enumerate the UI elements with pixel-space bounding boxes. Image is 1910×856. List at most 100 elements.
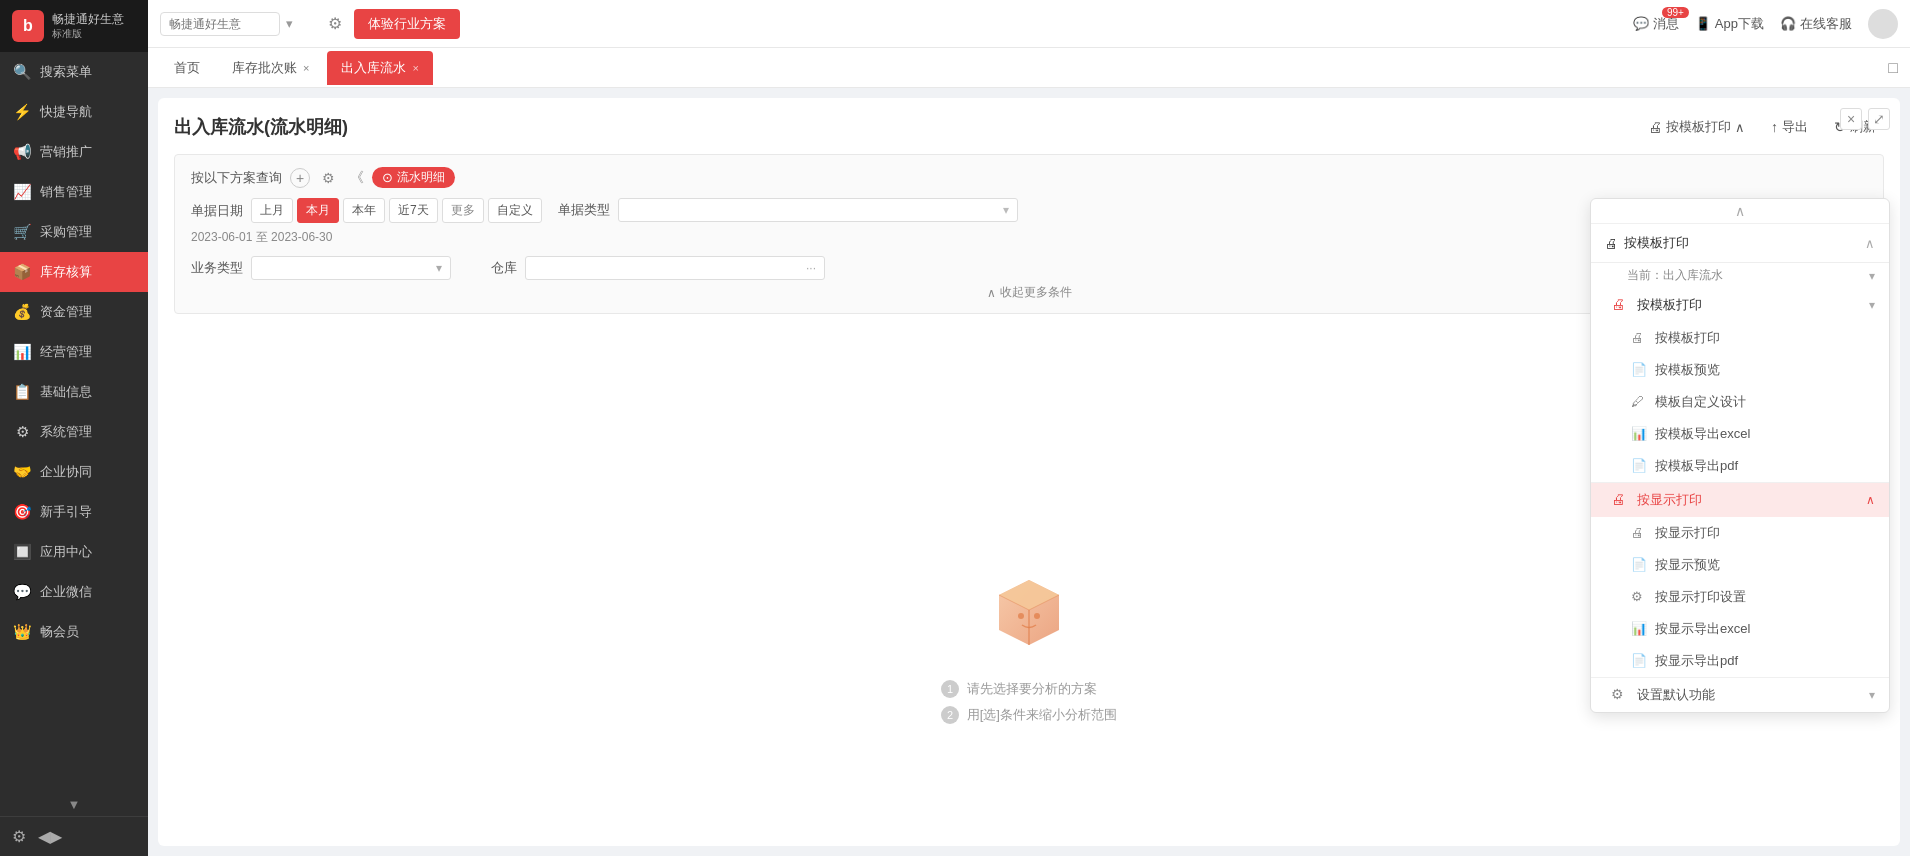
sidebar-item-purchase[interactable]: 🛒 采购管理 — [0, 212, 148, 252]
template-export-excel-item[interactable]: 📊 按模板导出excel — [1591, 418, 1889, 450]
template-print-section-toggle[interactable]: ▾ — [1869, 298, 1875, 312]
topbar-messages[interactable]: 💬 消息 99+ — [1633, 15, 1679, 33]
dropdown-section-template-print: 🖨 按模板打印 ▾ 🖨 按模板打印 📄 按模板预览 🖊 模板自定义设 — [1591, 288, 1889, 483]
date-btn-7days[interactable]: 近7天 — [389, 198, 438, 223]
tab-home[interactable]: 首页 — [160, 51, 214, 85]
date-btn-this-month[interactable]: 本月 — [297, 198, 339, 223]
sidebar-item-vip[interactable]: 👑 畅会员 — [0, 612, 148, 652]
display-print-section-header[interactable]: 🖨 按显示打印 ∧ — [1591, 483, 1889, 517]
sidebar-item-basic[interactable]: 📋 基础信息 — [0, 372, 148, 412]
operations-icon: 📊 — [12, 342, 32, 362]
date-btn-more[interactable]: 更多 — [442, 198, 484, 223]
logo-icon: b — [12, 10, 44, 42]
date-range: 2023-06-01 至 2023-06-30 — [191, 229, 542, 246]
tab-batch-account-close[interactable]: × — [303, 62, 309, 74]
tabs-expand-icon[interactable]: □ — [1888, 59, 1898, 77]
main-area: ▾ ⚙ 体验行业方案 💬 消息 99+ 📱 App下载 🎧 在线客服 — [148, 0, 1910, 856]
tabs-bar: 首页 库存批次账 × 出入库流水 × □ — [148, 48, 1910, 88]
quick-nav-icon: ⚡ — [12, 102, 32, 122]
dropdown-collapse-arrow[interactable]: ∧ — [1865, 236, 1875, 251]
sidebar-item-wechat[interactable]: 💬 企业微信 — [0, 572, 148, 612]
business-type-group: 业务类型 ▾ — [191, 256, 451, 280]
template-customize-item[interactable]: 🖊 模板自定义设计 — [1591, 386, 1889, 418]
dropdown-settings-item[interactable]: ⚙ 设置默认功能 ▾ — [1591, 678, 1889, 712]
sidebar-item-system[interactable]: ⚙ 系统管理 — [0, 412, 148, 452]
display-print-item[interactable]: 🖨 按显示打印 — [1591, 517, 1889, 549]
dropdown-current-template[interactable]: 当前：出入库流水 ▾ — [1591, 263, 1889, 288]
filter-collapse-button[interactable]: 《 — [350, 169, 364, 187]
display-print-settings-item[interactable]: ⚙ 按显示打印设置 — [1591, 581, 1889, 613]
tab-flow-detail-close[interactable]: × — [412, 62, 418, 74]
dropdown-title: 🖨 按模板打印 — [1605, 234, 1689, 252]
topbar-avatar[interactable] — [1868, 9, 1898, 39]
collapse-more-button[interactable]: ∧ 收起更多条件 — [987, 284, 1072, 301]
tip1-number: 1 — [941, 680, 959, 698]
display-print-settings-icon: ⚙ — [1631, 589, 1647, 605]
footer-settings-icon[interactable]: ⚙ — [12, 827, 26, 846]
enterprise-icon: 🤝 — [12, 462, 32, 482]
template-print-section-header[interactable]: 🖨 按模板打印 ▾ — [1591, 288, 1889, 322]
inventory-icon: 📦 — [12, 262, 32, 282]
svg-point-6 — [1034, 613, 1040, 619]
tab-batch-account[interactable]: 库存批次账 × — [218, 51, 323, 85]
print-button[interactable]: 🖨 按模板打印 ∧ — [1640, 114, 1753, 140]
tab-flow-detail[interactable]: 出入库流水 × — [327, 51, 432, 85]
bill-type-arrow-icon: ▾ — [1003, 203, 1009, 217]
date-btn-last-month[interactable]: 上月 — [251, 198, 293, 223]
sidebar-item-quick-nav[interactable]: ⚡ 快捷导航 — [0, 92, 148, 132]
template-preview-item[interactable]: 📄 按模板预览 — [1591, 354, 1889, 386]
sidebar-item-finance[interactable]: 💰 资金管理 — [0, 292, 148, 332]
template-export-excel-icon: 📊 — [1631, 426, 1647, 442]
filter-add-button[interactable]: + — [290, 168, 310, 188]
page-inner: × ⤢ 出入库流水(流水明细) 🖨 按模板打印 ∧ ↑ 导出 — [158, 98, 1900, 846]
settings-arrow-icon: ▾ — [1869, 688, 1875, 702]
template-preview-item-icon: 📄 — [1631, 362, 1647, 378]
warehouse-group: 仓库 ··· — [491, 256, 825, 280]
logo-text: 畅捷通好生意 标准版 — [52, 11, 124, 42]
sidebar-item-search[interactable]: 🔍 搜索菜单 — [0, 52, 148, 92]
trial-button[interactable]: 体验行业方案 — [354, 9, 460, 39]
footer-collapse-icon[interactable]: ◀▶ — [38, 827, 62, 846]
sidebar-item-inventory[interactable]: 📦 库存核算 — [0, 252, 148, 292]
dropdown-scroll-top[interactable]: ∧ — [1591, 199, 1889, 224]
warehouse-input[interactable]: ··· — [525, 256, 825, 280]
sidebar-item-marketing[interactable]: 📢 营销推广 — [0, 132, 148, 172]
display-export-excel-item[interactable]: 📊 按显示导出excel — [1591, 613, 1889, 645]
message-icon: 💬 — [1633, 16, 1649, 31]
sidebar-item-operations[interactable]: 📊 经营管理 — [0, 332, 148, 372]
template-print-item[interactable]: 🖨 按模板打印 — [1591, 322, 1889, 354]
brand-search-input[interactable] — [160, 12, 280, 36]
sidebar-item-apps[interactable]: 🔲 应用中心 — [0, 532, 148, 572]
display-print-section-toggle[interactable]: ∧ — [1866, 493, 1875, 507]
filter-tag[interactable]: ⊙ 流水明细 — [372, 167, 455, 188]
tip2-number: 2 — [941, 706, 959, 724]
win-close-btn[interactable]: × — [1840, 108, 1862, 130]
bill-type-select[interactable]: ▾ — [618, 198, 1018, 222]
warehouse-more-icon[interactable]: ··· — [806, 261, 816, 275]
topbar-app-download[interactable]: 📱 App下载 — [1695, 15, 1764, 33]
warehouse-label: 仓库 — [491, 259, 517, 277]
sidebar-item-guide[interactable]: 🎯 新手引导 — [0, 492, 148, 532]
win-maximize-btn[interactable]: ⤢ — [1868, 108, 1890, 130]
export-button[interactable]: ↑ 导出 — [1763, 114, 1816, 140]
topbar-gear-icon[interactable]: ⚙ — [328, 14, 342, 33]
date-btn-this-year[interactable]: 本年 — [343, 198, 385, 223]
business-type-select[interactable]: ▾ — [251, 256, 451, 280]
dropdown-title-icon: 🖨 — [1605, 236, 1618, 251]
sidebar-nav: 🔍 搜索菜单 ⚡ 快捷导航 📢 营销推广 📈 销售管理 🛒 采购管理 📦 库存核… — [0, 52, 148, 793]
brand-dropdown-arrow[interactable]: ▾ — [286, 16, 293, 31]
sidebar-item-sales[interactable]: 📈 销售管理 — [0, 172, 148, 212]
display-export-pdf-item[interactable]: 📄 按显示导出pdf — [1591, 645, 1889, 677]
display-preview-item[interactable]: 📄 按显示预览 — [1591, 549, 1889, 581]
page-title: 出入库流水(流水明细) — [174, 115, 348, 139]
filter-tag-icon: ⊙ — [382, 170, 393, 185]
topbar-online-service[interactable]: 🎧 在线客服 — [1780, 15, 1852, 33]
template-export-pdf-item[interactable]: 📄 按模板导出pdf — [1591, 450, 1889, 482]
dropdown-panel-header: 🖨 按模板打印 ∧ — [1591, 224, 1889, 263]
basic-icon: 📋 — [12, 382, 32, 402]
sidebar-scroll-down[interactable]: ▼ — [0, 793, 148, 816]
current-template-arrow: ▾ — [1869, 269, 1875, 283]
filter-settings-button[interactable]: ⚙ — [318, 168, 338, 188]
sidebar-item-enterprise[interactable]: 🤝 企业协同 — [0, 452, 148, 492]
date-btn-custom[interactable]: 自定义 — [488, 198, 542, 223]
